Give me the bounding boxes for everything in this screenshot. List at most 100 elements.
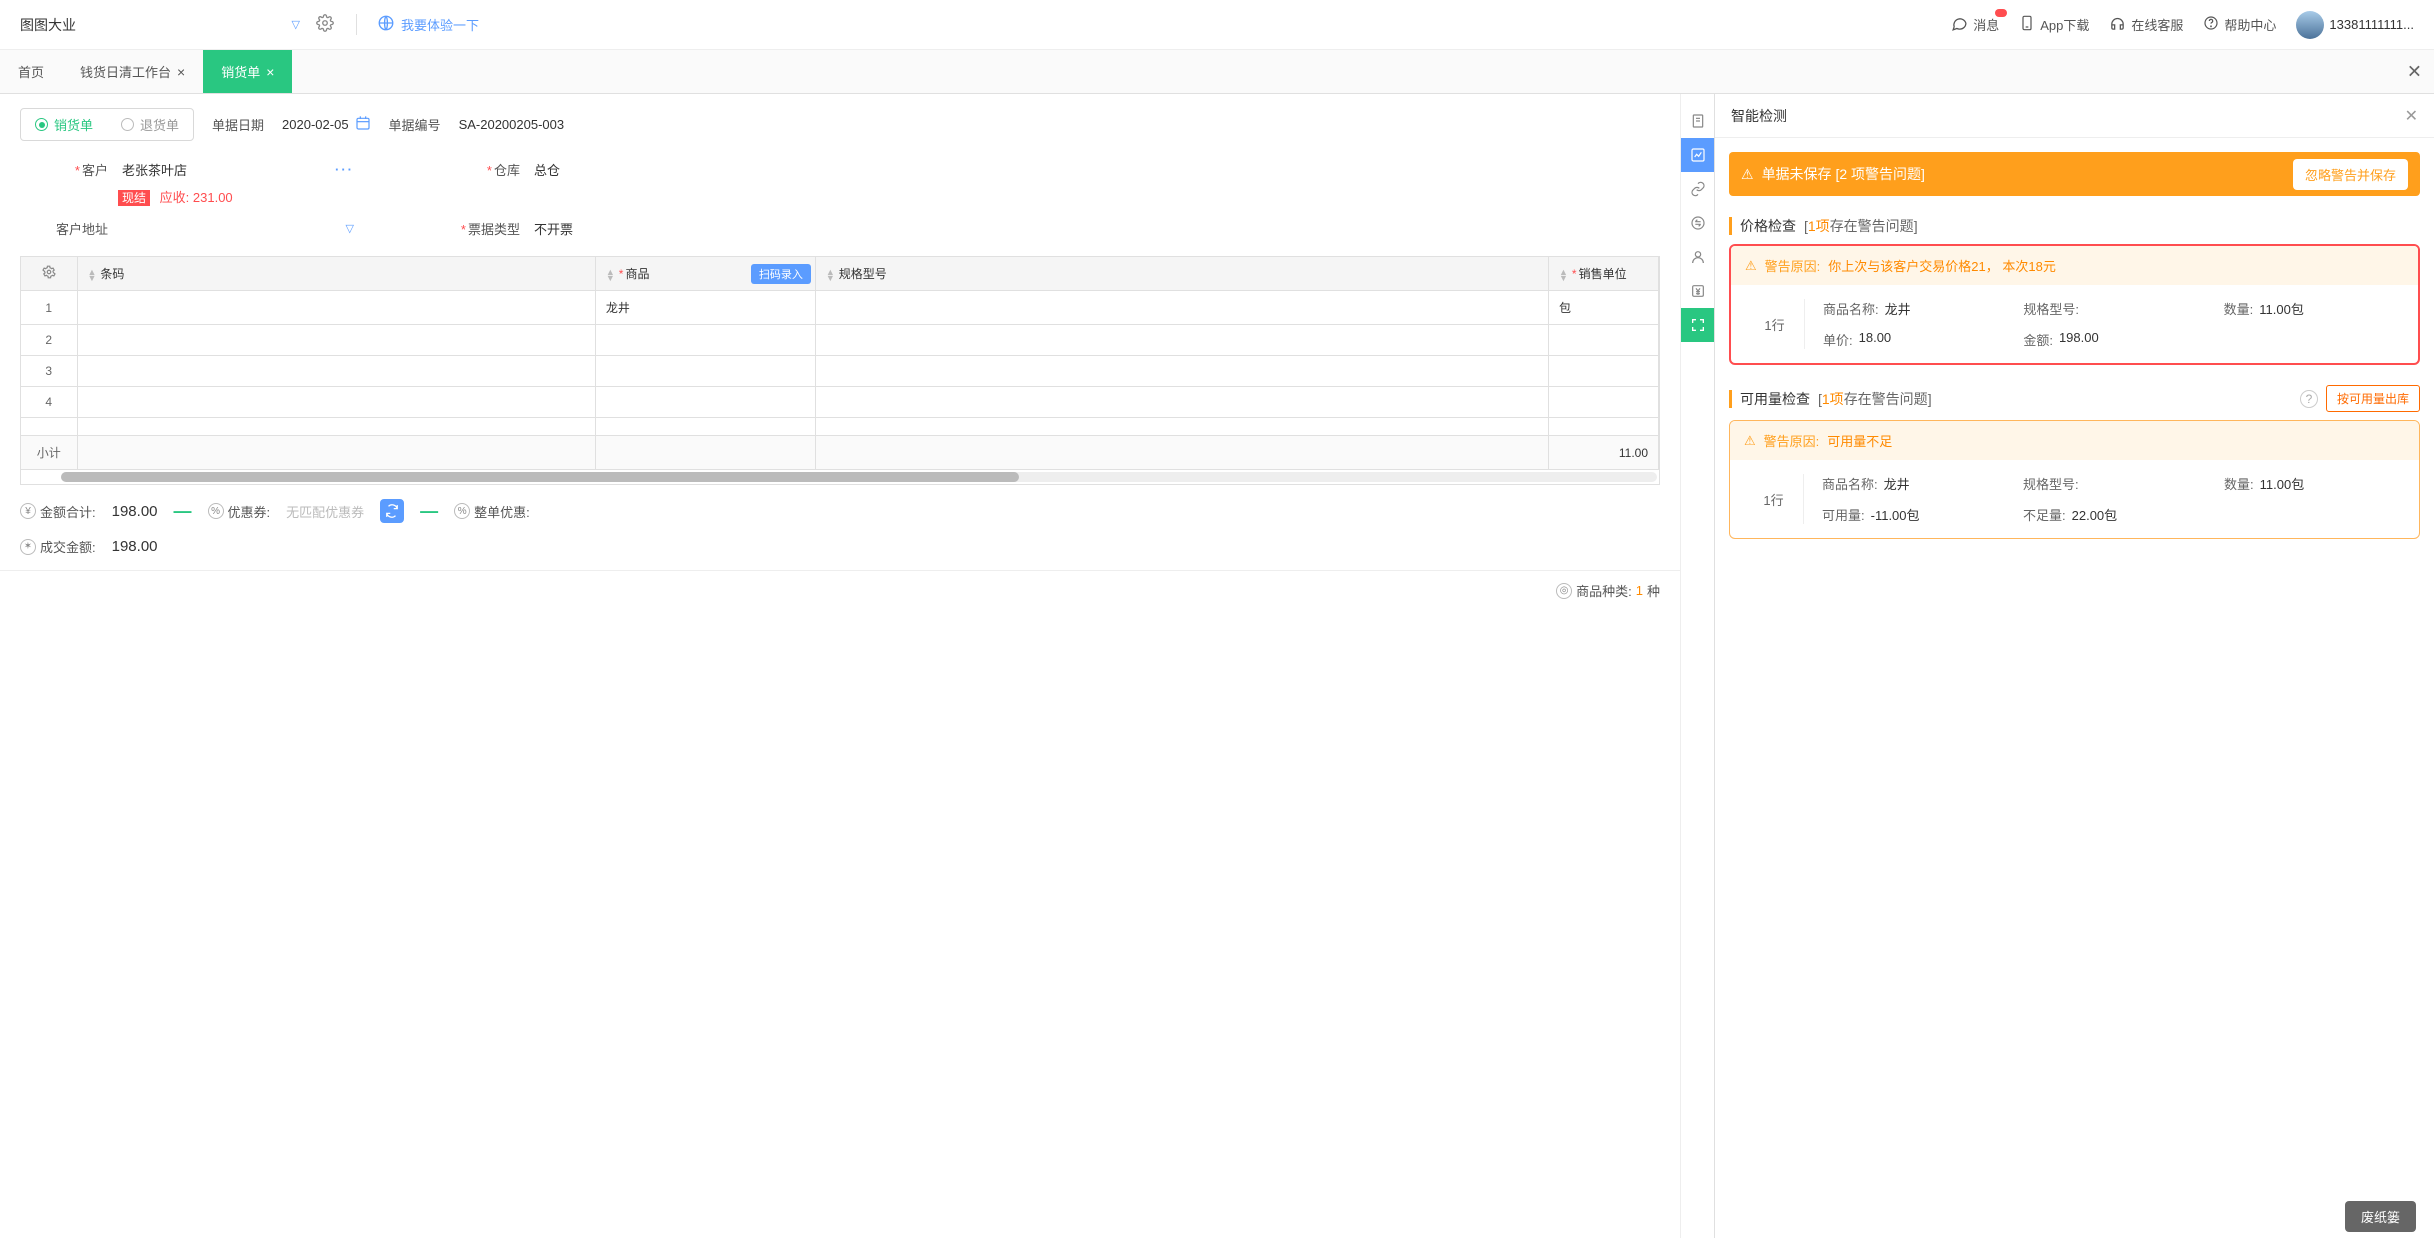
user-menu[interactable]: 13381111111...: [2296, 11, 2414, 39]
topbar-left: 图图大业 ▽ 我要体验一下: [20, 14, 479, 35]
deal-icon: ✶: [20, 539, 36, 555]
col-spec[interactable]: ▲▼规格型号: [815, 257, 1548, 291]
invoice-type-input[interactable]: 不开票: [530, 214, 770, 242]
sidebar-swap-icon[interactable]: [1681, 206, 1715, 240]
company-select[interactable]: 图图大业 ▽: [20, 15, 300, 35]
messages-link[interactable]: 消息: [1951, 15, 1999, 35]
date-input[interactable]: 2020-02-05: [282, 115, 371, 134]
radio-return[interactable]: 退货单: [107, 109, 193, 140]
deal-row: ✶成交金额: 198.00: [0, 537, 1680, 570]
scroll-thumb[interactable]: [61, 472, 1019, 482]
sidebar-currency-icon[interactable]: [1681, 274, 1715, 308]
cell-product[interactable]: 龙井: [595, 291, 815, 325]
stock-out-button[interactable]: 按可用量出库: [2326, 385, 2420, 412]
warehouse-input[interactable]: 总仓: [530, 155, 770, 183]
doc-no-label: 单据编号: [389, 115, 441, 134]
service-label: 在线客服: [2131, 15, 2183, 34]
address-label: 客户地址: [20, 219, 108, 238]
company-name: 图图大业: [20, 15, 290, 35]
address-input[interactable]: ▽: [118, 214, 358, 242]
subtotal-row: 小计11.00: [21, 436, 1659, 470]
section-bar: [1729, 390, 1732, 408]
try-label: 我要体验一下: [401, 15, 479, 34]
kinds-label: 商品种类:: [1576, 581, 1632, 600]
close-all-icon[interactable]: ✕: [2407, 61, 2422, 82]
sidebar-doc-icon[interactable]: [1681, 104, 1715, 138]
close-icon[interactable]: ✕: [2405, 106, 2418, 126]
col-barcode[interactable]: ▲▼条码: [77, 257, 595, 291]
table-row: [21, 418, 1659, 436]
col-settings[interactable]: [21, 257, 77, 291]
warning-icon: ⚠: [1744, 433, 1756, 449]
col-product[interactable]: ▲▼*商品扫码录入: [595, 257, 815, 291]
online-service-link[interactable]: 在线客服: [2109, 15, 2183, 35]
stock-check-section: 可用量检查 [1项存在警告问题] ? 按可用量出库 ⚠ 警告原因: 可用量不足 …: [1729, 385, 2420, 539]
section-title-text: 价格检查: [1740, 216, 1796, 236]
footer-info: ◎ 商品种类: 1 种: [0, 570, 1680, 610]
order-type-radio: 销货单 退货单: [20, 108, 194, 141]
app-download-label: App下载: [2040, 15, 2089, 34]
table-row: 4: [21, 387, 1659, 418]
coupon-placeholder[interactable]: 无匹配优惠券: [286, 502, 364, 521]
sidebar-link-icon[interactable]: [1681, 172, 1715, 206]
form-area: 销货单 退货单 单据日期 2020-02-05 单据编号 SA-20200205…: [0, 94, 1680, 1238]
radio-icon: [121, 118, 134, 131]
invoice-type-label: *票据类型: [432, 219, 520, 238]
refresh-button[interactable]: [380, 499, 404, 523]
form-top: 销货单 退货单 单据日期 2020-02-05 单据编号 SA-20200205…: [0, 104, 1680, 151]
calendar-icon: [355, 115, 371, 134]
help-icon[interactable]: ?: [2300, 390, 2318, 408]
app-download-link[interactable]: App下载: [2019, 15, 2089, 34]
radio-sales[interactable]: 销货单: [21, 109, 107, 140]
sort-icon: ▲▼: [1559, 269, 1568, 281]
phone-icon: [2019, 15, 2035, 34]
form-row-2: 客户地址 ▽ *票据类型 不开票: [0, 210, 1680, 246]
try-experience-link[interactable]: 我要体验一下: [356, 14, 479, 35]
radio-label: 销货单: [54, 115, 93, 134]
form-row-1: *客户 老张茶叶店 ··· 现结 应收: 231.00 *仓库 总仓: [0, 151, 1680, 210]
cell-unit[interactable]: 包: [1549, 291, 1659, 325]
close-icon[interactable]: ×: [177, 64, 185, 80]
price-warning-card: ⚠ 警告原因: 你上次与该客户交易价格21， 本次18元 1行 商品名称:龙井 …: [1729, 244, 2420, 365]
help-center-link[interactable]: 帮助中心: [2203, 15, 2276, 34]
col-unit[interactable]: ▲▼*销售单位: [1549, 257, 1659, 291]
topbar-right: 消息 App下载 在线客服 帮助中心 13381111111...: [1951, 11, 2414, 39]
ellipsis-icon[interactable]: ···: [335, 162, 354, 177]
invoice-value: 不开票: [534, 219, 573, 238]
yen-icon: ¥: [20, 503, 36, 519]
customer-group: *客户 老张茶叶店 ··· 现结 应收: 231.00: [20, 155, 358, 206]
tab-home[interactable]: 首页: [0, 50, 62, 93]
coupon-label: 优惠券:: [228, 502, 271, 521]
order-discount-label: 整单优惠:: [474, 502, 530, 521]
inspect-header: 智能检测 ✕: [1715, 94, 2434, 138]
subtotal-qty: 11.00: [1549, 436, 1659, 470]
close-icon[interactable]: ×: [266, 64, 274, 80]
receivable-label: 应收:: [160, 190, 190, 205]
warning-banner: ⚠ 单据未保存 [2 项警告问题] 忽略警告并保存: [1729, 152, 2420, 196]
sort-icon: ▲▼: [826, 269, 835, 281]
sidebar-user-icon[interactable]: [1681, 240, 1715, 274]
headset-icon: [2109, 15, 2126, 35]
scan-button[interactable]: 扫码录入: [751, 264, 811, 284]
sidebar-chart-icon[interactable]: [1681, 138, 1715, 172]
sidebar-expand-icon[interactable]: [1681, 308, 1715, 342]
tab-workbench[interactable]: 钱货日清工作台×: [62, 50, 203, 93]
customer-input[interactable]: 老张茶叶店 ···: [118, 155, 358, 183]
tab-sales-order[interactable]: 销货单×: [203, 50, 292, 93]
tab-label: 首页: [18, 62, 44, 81]
horizontal-scrollbar[interactable]: [61, 472, 1657, 482]
table-row: 1龙井包: [21, 291, 1659, 325]
trash-button[interactable]: 废纸篓: [2345, 1201, 2416, 1232]
discount-icon: %: [454, 503, 470, 519]
receivable-value: 231.00: [193, 190, 233, 205]
gear-icon[interactable]: [316, 14, 334, 35]
deal-label: 成交金额:: [40, 537, 96, 556]
ignore-save-button[interactable]: 忽略警告并保存: [2293, 159, 2408, 190]
workspace: 销货单 退货单 单据日期 2020-02-05 单据编号 SA-20200205…: [0, 94, 2434, 1238]
customer-value: 老张茶叶店: [122, 160, 187, 179]
kinds-unit: 种: [1647, 581, 1660, 600]
banner-text: 单据未保存 [2 项警告问题]: [1762, 164, 1925, 184]
help-icon: [2203, 15, 2219, 34]
row-indicator: 1行: [1744, 474, 1804, 524]
warning-icon: ⚠: [1741, 166, 1754, 183]
